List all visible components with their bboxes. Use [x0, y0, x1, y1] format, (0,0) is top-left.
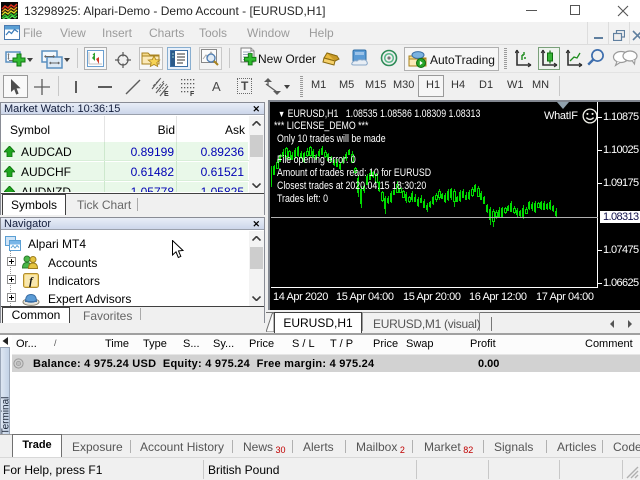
svg-text:F: F	[190, 91, 195, 97]
svg-text:E: E	[164, 91, 169, 97]
